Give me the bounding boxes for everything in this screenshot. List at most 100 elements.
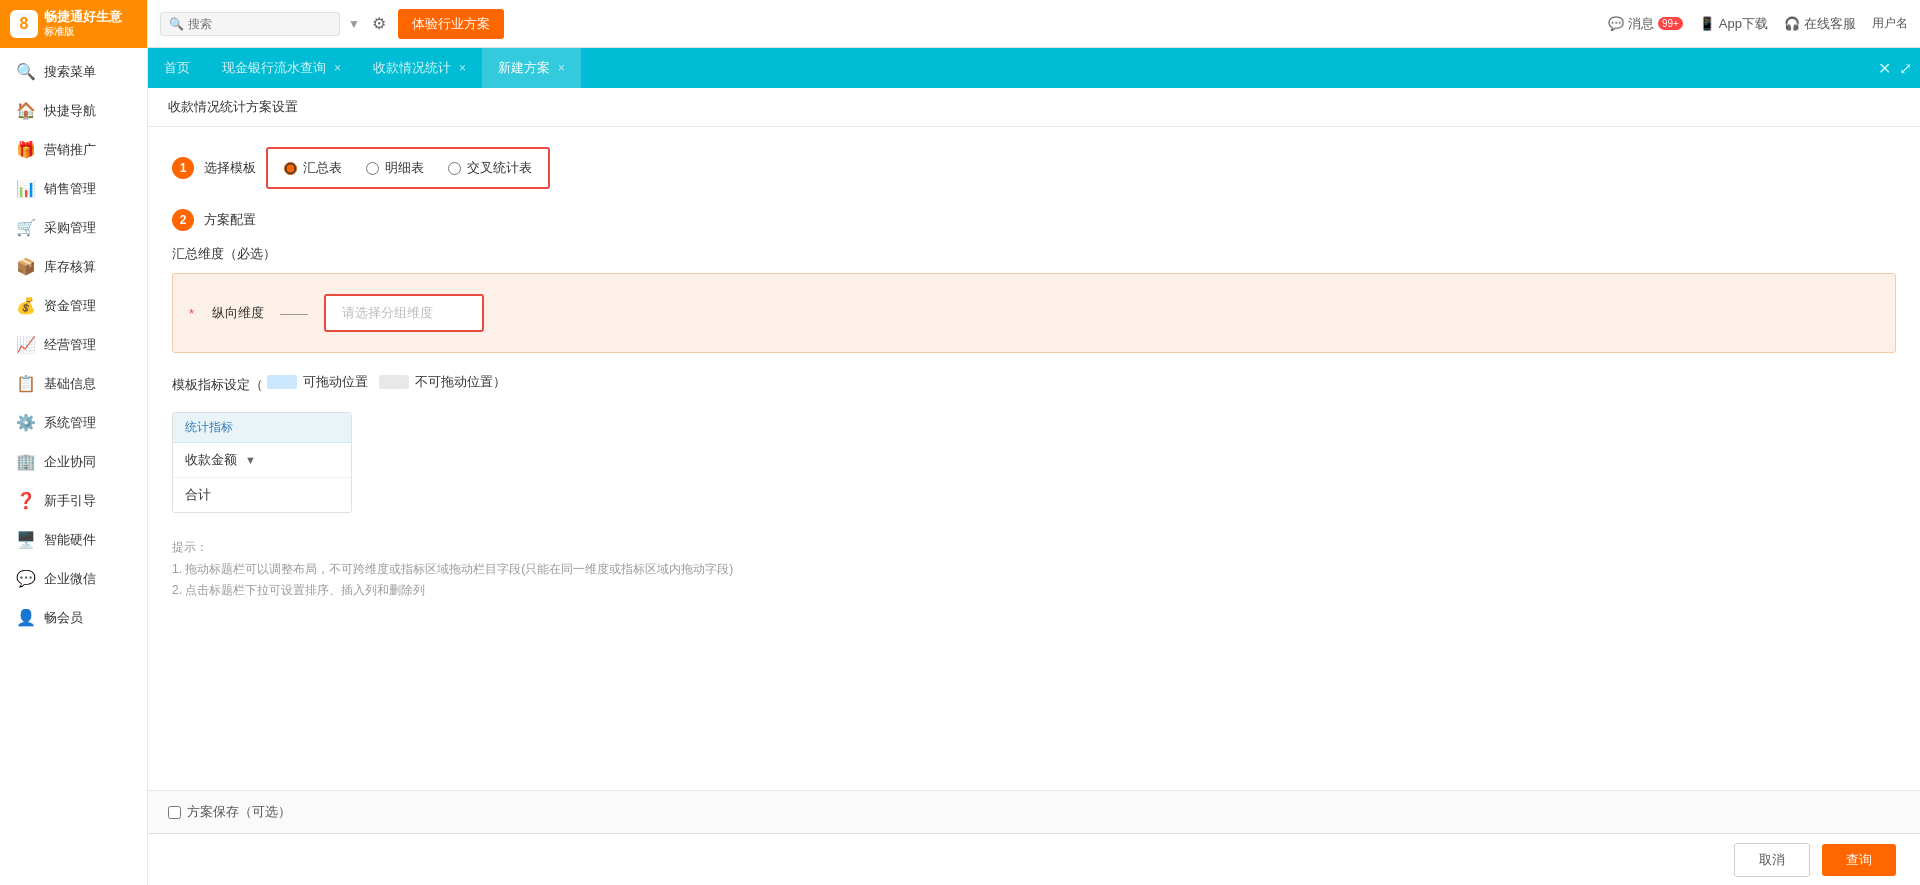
indicator-section: 模板指标设定（ 可拖动位置 不可拖动位置） 统计指标 收款 (172, 373, 1896, 513)
sidebar-item-guide[interactable]: ❓ 新手引导 (0, 481, 147, 520)
tab-bank-flow-label: 现金银行流水查询 (222, 59, 326, 77)
sidebar-label-marketing: 营销推广 (44, 141, 96, 159)
radio-detail-input[interactable] (366, 162, 379, 175)
sidebar-item-hardware[interactable]: 🖥️ 智能硬件 (0, 520, 147, 559)
sidebar-item-basic-info[interactable]: 📋 基础信息 (0, 364, 147, 403)
sidebar-item-system[interactable]: ⚙️ 系统管理 (0, 403, 147, 442)
sidebar-item-marketing[interactable]: 🎁 营销推广 (0, 130, 147, 169)
sidebar-item-search-menu[interactable]: 🔍 搜索菜单 (0, 52, 147, 91)
enterprise-icon: 🏢 (16, 452, 36, 471)
tab-bank-flow[interactable]: 现金银行流水查询 × (206, 48, 357, 88)
indicator-row-total: 合计 (173, 478, 351, 512)
download-icon: 📱 (1699, 16, 1715, 31)
radio-summary-label: 汇总表 (303, 159, 342, 177)
app-download-button[interactable]: 📱 App下载 (1699, 15, 1768, 33)
user-name[interactable]: 用户名 (1872, 15, 1908, 32)
marketing-icon: 🎁 (16, 140, 36, 159)
finance-icon: 💰 (16, 296, 36, 315)
search-icon: 🔍 (169, 17, 184, 31)
dimension-placeholder: 请选择分组维度 (342, 304, 433, 322)
search-input[interactable] (188, 17, 308, 31)
sidebar-item-sales[interactable]: 📊 销售管理 (0, 169, 147, 208)
sidebar-label-guide: 新手引导 (44, 492, 96, 510)
save-checkbox-label: 方案保存（可选） (187, 803, 291, 821)
indicator-receipt-label: 收款金额 (185, 451, 237, 469)
operations-icon: 📈 (16, 335, 36, 354)
hint-item-2: 2. 点击标题栏下拉可设置排序、插入列和删除列 (172, 580, 1896, 602)
top-header: 🔍 ▼ ⚙ 体验行业方案 💬 消息 99+ 📱 App下载 🎧 在线客服 用户名 (148, 0, 1920, 48)
sidebar-label-sales: 销售管理 (44, 180, 96, 198)
dimension-area: * 纵向维度 —— 请选择分组维度 (172, 273, 1896, 353)
sidebar: 8 畅捷通好生意 标准版 🔍 搜索菜单 🏠 快捷导航 🎁 营销推广 📊 销售管理… (0, 0, 148, 885)
sidebar-label-finance: 资金管理 (44, 297, 96, 315)
cancel-button[interactable]: 取消 (1734, 843, 1810, 877)
dropdown-icon[interactable]: ▼ (245, 454, 256, 466)
step1-number: 1 (172, 157, 194, 179)
service-icon: 🎧 (1784, 16, 1800, 31)
indicator-label: 模板指标设定（ 可拖动位置 不可拖动位置） (172, 373, 1896, 394)
radio-detail[interactable]: 明细表 (366, 159, 424, 177)
sidebar-label-enterprise: 企业协同 (44, 453, 96, 471)
inventory-icon: 📦 (16, 257, 36, 276)
form-container: 1 选择模板 汇总表 明细表 交叉统计表 (148, 127, 1920, 790)
step2-title: 方案配置 (204, 211, 256, 229)
dimension-arrow: —— (280, 305, 308, 321)
tab-bank-flow-close[interactable]: × (334, 61, 341, 75)
sidebar-item-quick-nav[interactable]: 🏠 快捷导航 (0, 91, 147, 130)
sidebar-item-purchase[interactable]: 🛒 采购管理 (0, 208, 147, 247)
sidebar-item-member[interactable]: 👤 畅会员 (0, 598, 147, 637)
sidebar-label-purchase: 采购管理 (44, 219, 96, 237)
tab-bar: 首页 现金银行流水查询 × 收款情况统计 × 新建方案 × ✕ ⤢ (148, 48, 1920, 88)
hint-item-1: 1. 拖动标题栏可以调整布局，不可跨维度或指标区域拖动栏目字段(只能在同一维度或… (172, 559, 1896, 581)
system-icon: ⚙️ (16, 413, 36, 432)
sidebar-item-operations[interactable]: 📈 经营管理 (0, 325, 147, 364)
radio-crosstab-input[interactable] (448, 162, 461, 175)
sidebar-label-hardware: 智能硬件 (44, 531, 96, 549)
online-service-button[interactable]: 🎧 在线客服 (1784, 15, 1856, 33)
gear-icon[interactable]: ⚙ (372, 14, 386, 33)
save-checkbox-input[interactable] (168, 806, 181, 819)
maximize-icon[interactable]: ⤢ (1899, 59, 1912, 78)
page-title: 收款情况统计方案设置 (168, 99, 298, 114)
tab-home[interactable]: 首页 (148, 48, 206, 88)
header-search-box[interactable]: 🔍 (160, 12, 340, 36)
guide-icon: ❓ (16, 491, 36, 510)
brand-name: 畅捷通好生意 (44, 9, 122, 25)
sidebar-label-member: 畅会员 (44, 609, 83, 627)
chevron-down-icon[interactable]: ▼ (348, 17, 360, 31)
sidebar-item-finance[interactable]: 💰 资金管理 (0, 286, 147, 325)
radio-crosstab[interactable]: 交叉统计表 (448, 159, 532, 177)
movable-legend-box (267, 375, 297, 389)
hardware-icon: 🖥️ (16, 530, 36, 549)
sidebar-label-basic-info: 基础信息 (44, 375, 96, 393)
tab-new-plan-close[interactable]: × (558, 61, 565, 75)
sales-icon: 📊 (16, 179, 36, 198)
fixed-legend-box (379, 375, 409, 389)
step1-header: 1 选择模板 汇总表 明细表 交叉统计表 (172, 147, 1896, 189)
hint-section: 提示： 1. 拖动标题栏可以调整布局，不可跨维度或指标区域拖动栏目字段(只能在同… (172, 537, 1896, 602)
member-icon: 👤 (16, 608, 36, 627)
radio-crosstab-label: 交叉统计表 (467, 159, 532, 177)
indicator-label-prefix: 模板指标设定（ (172, 377, 263, 392)
tab-receipt-stat-close[interactable]: × (459, 61, 466, 75)
message-button[interactable]: 💬 消息 99+ (1608, 15, 1683, 33)
save-checkbox[interactable]: 方案保存（可选） (168, 803, 291, 821)
tab-new-plan[interactable]: 新建方案 × (482, 48, 581, 88)
indicator-row-receipt: 收款金额 ▼ (173, 443, 351, 478)
radio-summary[interactable]: 汇总表 (284, 159, 342, 177)
query-button[interactable]: 查询 (1822, 844, 1896, 876)
close-window-icon[interactable]: ✕ (1878, 59, 1891, 78)
sidebar-item-inventory[interactable]: 📦 库存核算 (0, 247, 147, 286)
dimension-group-label: 汇总维度（必选） (172, 245, 1896, 263)
download-label: App下载 (1719, 15, 1768, 33)
trial-button[interactable]: 体验行业方案 (398, 9, 504, 39)
tab-receipt-stat[interactable]: 收款情况统计 × (357, 48, 482, 88)
service-label: 在线客服 (1804, 15, 1856, 33)
step2-section: 2 方案配置 汇总维度（必选） * 纵向维度 —— 请选择分组维度 (172, 209, 1896, 602)
indicator-movable-label: 可拖动位置 (303, 373, 368, 391)
sidebar-item-wechat[interactable]: 💬 企业微信 (0, 559, 147, 598)
radio-summary-input[interactable] (284, 162, 297, 175)
sidebar-item-enterprise[interactable]: 🏢 企业协同 (0, 442, 147, 481)
dimension-select-box[interactable]: 请选择分组维度 (324, 294, 484, 332)
radio-detail-label: 明细表 (385, 159, 424, 177)
